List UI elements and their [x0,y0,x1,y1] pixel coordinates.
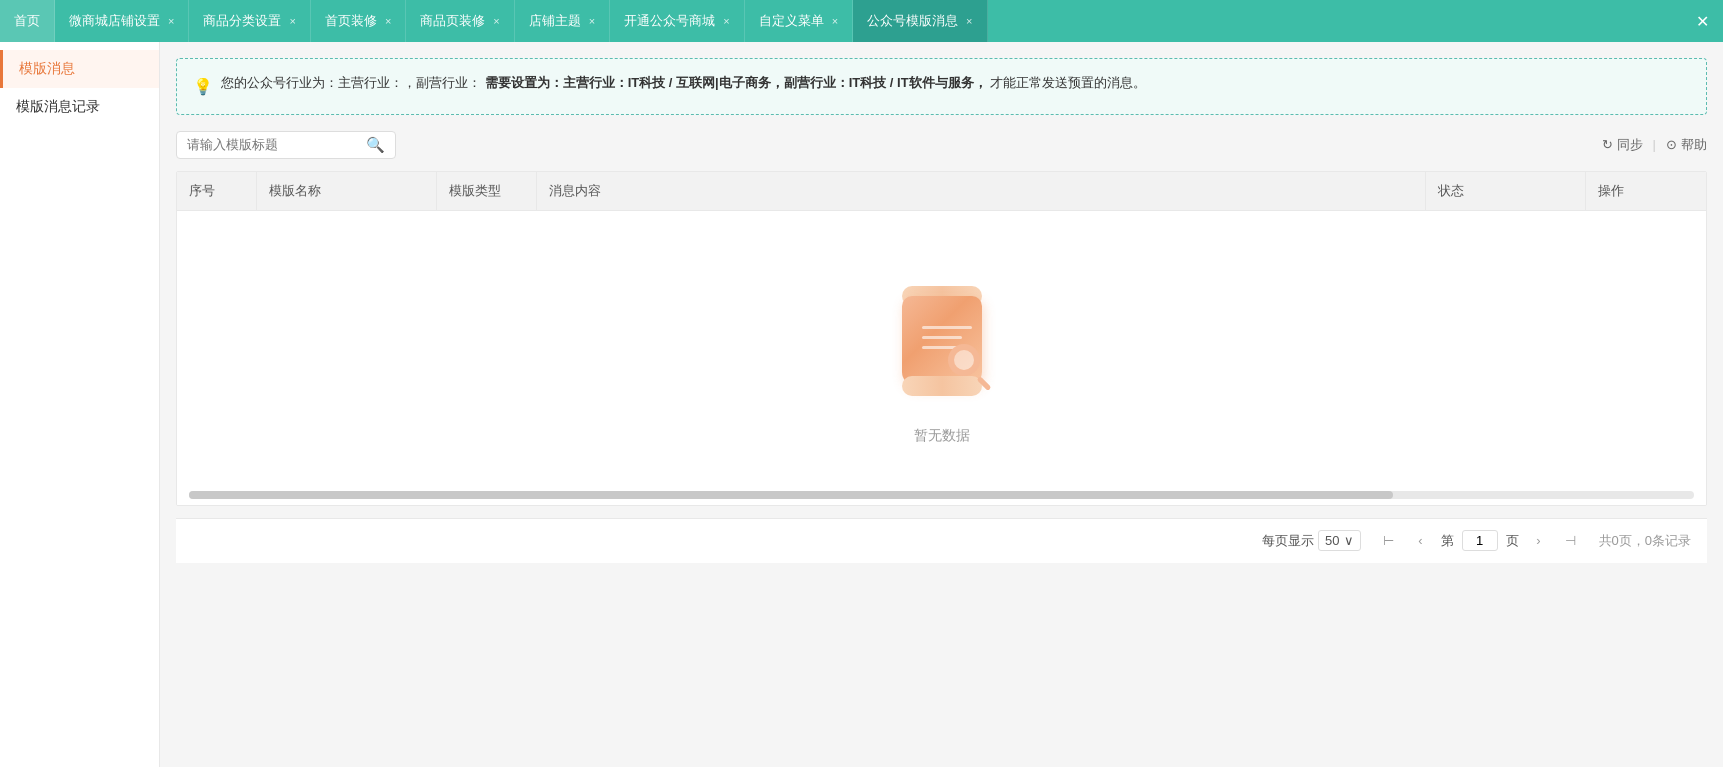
sidebar-item-template-record[interactable]: 模版消息记录 [0,88,159,126]
close-tab-homepage[interactable]: × [385,15,391,27]
nav-tab-weshop[interactable]: 微商城店铺设置 × [55,0,189,42]
nav-tab-template[interactable]: 公众号模版消息 × [853,0,987,42]
empty-state: 暂无数据 [177,211,1706,485]
search-input-wrapper: 🔍 [176,131,396,159]
close-tab-weshop[interactable]: × [168,15,174,27]
content-area: 💡 您的公众号行业为：主营行业：，副营行业： 需要设置为：主营行业：IT科技 /… [160,42,1723,767]
th-action: 操作 [1586,172,1706,210]
first-page-button[interactable]: ⊢ [1377,529,1401,553]
close-tab-product[interactable]: × [493,15,499,27]
search-button[interactable]: 🔍 [366,136,385,154]
close-tab-category[interactable]: × [289,15,295,27]
th-type: 模版类型 [437,172,537,210]
sidebar-item-template-msg[interactable]: 模版消息 [0,50,159,88]
search-bar: 🔍 ↻ 同步 | ⊙ 帮助 [176,131,1707,159]
top-nav-bar: 首页 微商城店铺设置 × 商品分类设置 × 首页装修 × 商品页装修 × 店铺主… [0,0,1723,42]
divider: | [1653,137,1656,152]
nav-tab-product[interactable]: 商品页装修 × [406,0,514,42]
th-content: 消息内容 [537,172,1426,210]
empty-icon [872,271,1012,411]
horizontal-scrollbar[interactable] [177,485,1706,505]
scroll-doc-icon [892,286,992,396]
nav-tab-theme[interactable]: 店铺主题 × [515,0,610,42]
th-name: 模版名称 [257,172,437,210]
notice-text: 您的公众号行业为：主营行业：，副营行业： 需要设置为：主营行业：IT科技 / 互… [221,73,1146,94]
page-size-select: 每页显示 50 ∨ [1262,530,1360,551]
notice-icon: 💡 [193,74,213,100]
prev-page-button[interactable]: ‹ [1409,529,1433,553]
next-page-button[interactable]: › [1527,529,1551,553]
page-total: 共0页，0条记录 [1599,532,1691,550]
sidebar: 模版消息 模版消息记录 [0,42,160,767]
table-header: 序号 模版名称 模版类型 消息内容 状态 操作 [177,172,1706,211]
close-tab-custommenu[interactable]: × [832,15,838,27]
data-table: 序号 模版名称 模版类型 消息内容 状态 操作 [176,171,1707,506]
help-icon: ⊙ [1666,137,1677,152]
pagination-bar: 每页显示 50 ∨ ⊢ ‹ 第 页 › ⊣ 共0页，0条记录 [176,518,1707,563]
th-status: 状态 [1426,172,1586,210]
empty-text: 暂无数据 [914,427,970,445]
magnifier-icon [948,344,992,388]
nav-tab-homepage[interactable]: 首页装修 × [311,0,406,42]
page-size-dropdown[interactable]: 50 ∨ [1318,530,1360,551]
nav-tab-custommenu[interactable]: 自定义菜单 × [745,0,853,42]
close-tab-theme[interactable]: × [589,15,595,27]
sync-button[interactable]: ↻ 同步 [1602,136,1643,154]
dropdown-chevron-icon: ∨ [1344,533,1354,548]
help-button[interactable]: ⊙ 帮助 [1666,136,1707,154]
search-input[interactable] [187,137,362,152]
main-layout: 模版消息 模版消息记录 💡 您的公众号行业为：主营行业：，副营行业： 需要设置为… [0,42,1723,767]
close-tab-template[interactable]: × [966,15,972,27]
close-all-button[interactable]: ✕ [1682,0,1723,42]
page-number-input[interactable] [1462,530,1498,551]
close-tab-open[interactable]: × [723,15,729,27]
notice-box: 💡 您的公众号行业为：主营行业：，副营行业： 需要设置为：主营行业：IT科技 /… [176,58,1707,115]
nav-tab-category[interactable]: 商品分类设置 × [189,0,310,42]
nav-tab-open[interactable]: 开通公众号商城 × [610,0,744,42]
last-page-button[interactable]: ⊣ [1559,529,1583,553]
th-index: 序号 [177,172,257,210]
pagination: 每页显示 50 ∨ ⊢ ‹ 第 页 › ⊣ 共0页，0条记录 [1262,529,1691,553]
sync-icon: ↻ [1602,137,1613,152]
nav-tab-home[interactable]: 首页 [0,0,55,42]
toolbar-right: ↻ 同步 | ⊙ 帮助 [1602,136,1707,154]
